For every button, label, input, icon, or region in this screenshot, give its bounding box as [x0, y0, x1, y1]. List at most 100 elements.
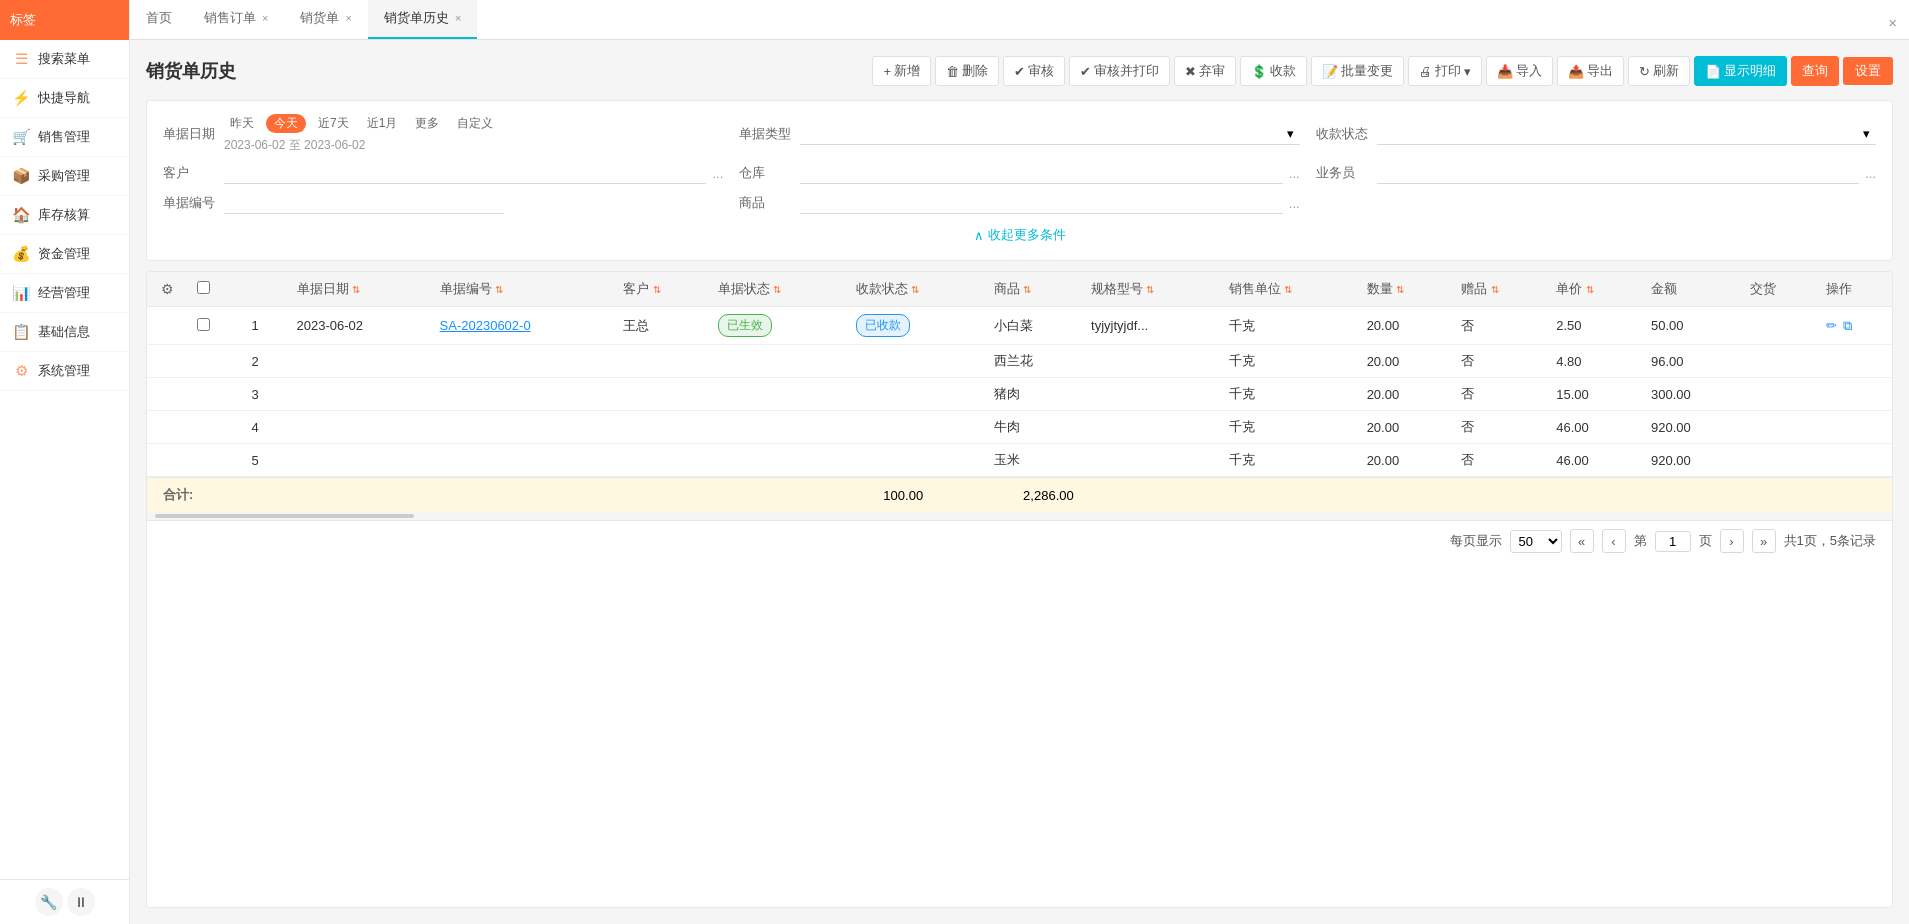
filter-goods-field: 商品 ...: [739, 192, 1299, 214]
cell-settings: [147, 411, 187, 444]
export-button[interactable]: 📤 导出: [1557, 56, 1624, 86]
th-customer[interactable]: 客户 ⇅: [613, 272, 708, 307]
tab-home[interactable]: 首页: [130, 0, 188, 39]
close-sales-goods-icon[interactable]: ×: [345, 12, 351, 24]
sidebar-item-label: 基础信息: [38, 323, 90, 341]
sidebar-pause-btn[interactable]: ⏸: [67, 888, 95, 916]
sidebar-item-system-mgmt[interactable]: ⚙ 系统管理: [0, 352, 129, 391]
review-print-label: 审核并打印: [1094, 62, 1159, 80]
sort-quantity-icon: ⇅: [1396, 284, 1404, 295]
warehouse-input[interactable]: [800, 162, 1282, 184]
th-unit[interactable]: 销售单位 ⇅: [1219, 272, 1357, 307]
th-doc-no[interactable]: 单据编号 ⇅: [430, 272, 614, 307]
cell-doc-no: [430, 444, 614, 477]
table-row: 4 牛肉 千克 20.00 否 46.00 920.00: [147, 411, 1892, 444]
print-button[interactable]: 🖨 打印 ▾: [1408, 56, 1482, 86]
batch-change-button[interactable]: 📝 批量变更: [1311, 56, 1404, 86]
sidebar-item-finance[interactable]: 💰 资金管理: [0, 235, 129, 274]
scrollbar-thumb: [155, 514, 414, 518]
doc-no-input[interactable]: [224, 192, 504, 214]
date-tab-yesterday[interactable]: 昨天: [224, 113, 260, 134]
salesperson-picker-btn[interactable]: ...: [1865, 166, 1876, 181]
first-page-btn[interactable]: «: [1570, 529, 1594, 553]
review-button[interactable]: ✔ 审核: [1003, 56, 1065, 86]
show-detail-button[interactable]: 📄 显示明细: [1694, 56, 1787, 86]
refresh-button[interactable]: ↻ 刷新: [1628, 56, 1690, 86]
import-button[interactable]: 📥 导入: [1486, 56, 1553, 86]
date-tab-more[interactable]: 更多: [409, 113, 445, 134]
doc-type-arrow-icon: ▾: [1287, 126, 1294, 141]
copy-action-btn[interactable]: ⧉: [1843, 318, 1852, 333]
close-sales-history-icon[interactable]: ×: [455, 12, 461, 24]
date-tab-custom[interactable]: 自定义: [451, 113, 499, 134]
salesperson-input[interactable]: [1377, 162, 1859, 184]
query-button[interactable]: 查询: [1791, 56, 1839, 86]
close-sales-order-icon[interactable]: ×: [262, 12, 268, 24]
date-tab-today[interactable]: 今天: [266, 114, 306, 133]
th-quantity[interactable]: 数量 ⇅: [1357, 272, 1452, 307]
collect-icon: 💲: [1251, 64, 1267, 79]
cell-action: [1816, 345, 1892, 378]
sidebar-item-sales-mgmt[interactable]: 🛒 销售管理: [0, 118, 129, 157]
date-tab-last7[interactable]: 近7天: [312, 113, 355, 134]
date-tab-last-month[interactable]: 近1月: [361, 113, 404, 134]
tab-sales-goods[interactable]: 销货单 ×: [284, 0, 367, 39]
th-amount: 金额: [1641, 272, 1740, 307]
th-doc-status[interactable]: 单据状态 ⇅: [708, 272, 846, 307]
th-gift[interactable]: 赠品 ⇅: [1451, 272, 1546, 307]
th-goods[interactable]: 商品 ⇅: [984, 272, 1082, 307]
cell-quantity: 20.00: [1357, 411, 1452, 444]
th-payment-status[interactable]: 收款状态 ⇅: [846, 272, 984, 307]
horizontal-scrollbar[interactable]: [147, 512, 1892, 520]
cell-spec: [1081, 444, 1219, 477]
export-icon: 📤: [1568, 64, 1584, 79]
table-settings-icon[interactable]: ⚙: [161, 281, 174, 297]
sidebar-item-label: 销售管理: [38, 128, 90, 146]
page-size-select[interactable]: 50 100 200: [1510, 530, 1562, 553]
select-all-checkbox[interactable]: [197, 281, 210, 294]
collapse-filter-btn[interactable]: ∧ 收起更多条件: [163, 222, 1876, 248]
collect-button[interactable]: 💲 收款: [1240, 56, 1307, 86]
cell-amount: 300.00: [1641, 378, 1740, 411]
sidebar-item-basic-info[interactable]: 📋 基础信息: [0, 313, 129, 352]
next-page-btn[interactable]: ›: [1720, 529, 1744, 553]
page-number-input[interactable]: [1655, 531, 1691, 552]
sidebar-settings-btn[interactable]: 🔧: [35, 888, 63, 916]
settings-button[interactable]: 设置: [1843, 57, 1893, 85]
th-gift-label: 赠品: [1461, 281, 1487, 296]
delete-button[interactable]: 🗑 删除: [935, 56, 999, 86]
row-checkbox[interactable]: [197, 318, 210, 331]
tab-sales-order[interactable]: 销售订单 ×: [188, 0, 284, 39]
th-spec[interactable]: 规格型号 ⇅: [1081, 272, 1219, 307]
payment-status-select[interactable]: ▾: [1377, 123, 1876, 145]
goods-picker-btn[interactable]: ...: [1289, 196, 1300, 211]
sidebar-item-search[interactable]: ☰ 搜索菜单: [0, 40, 129, 79]
close-all-tabs-btn[interactable]: ×: [1876, 6, 1909, 39]
sort-goods-icon: ⇅: [1023, 284, 1031, 295]
search-icon: ☰: [12, 50, 30, 68]
customer-input[interactable]: [224, 162, 706, 184]
sidebar-item-ops-mgmt[interactable]: 📊 经营管理: [0, 274, 129, 313]
sidebar-item-inventory[interactable]: 🏠 库存核算: [0, 196, 129, 235]
doc-no-link[interactable]: SA-20230602-0: [440, 318, 531, 333]
tab-sales-history[interactable]: 销货单历史 ×: [368, 0, 477, 39]
doc-type-select[interactable]: ▾: [800, 123, 1299, 145]
prev-page-btn[interactable]: ‹: [1602, 529, 1626, 553]
last-page-btn[interactable]: »: [1752, 529, 1776, 553]
edit-action-btn[interactable]: ✏: [1826, 318, 1837, 333]
goods-input[interactable]: [800, 192, 1282, 214]
print-label: 打印: [1435, 62, 1461, 80]
customer-picker-btn[interactable]: ...: [712, 166, 723, 181]
th-doc-date[interactable]: 单据日期 ⇅: [287, 272, 430, 307]
sidebar-item-purchase-mgmt[interactable]: 📦 采购管理: [0, 157, 129, 196]
discard-button[interactable]: ✖ 弃审: [1174, 56, 1236, 86]
data-table-container: ⚙ 单据日期 ⇅ 单据编号 ⇅: [146, 271, 1893, 908]
th-unit-price[interactable]: 单价 ⇅: [1546, 272, 1641, 307]
warehouse-picker-btn[interactable]: ...: [1289, 166, 1300, 181]
footer-total-amount: 2,286.00: [1023, 488, 1074, 503]
new-button[interactable]: + 新增: [872, 56, 931, 86]
review-print-button[interactable]: ✔ 审核并打印: [1069, 56, 1170, 86]
payment-status-arrow-icon: ▾: [1863, 126, 1870, 141]
cell-spec: [1081, 378, 1219, 411]
sidebar-item-quick-nav[interactable]: ⚡ 快捷导航: [0, 79, 129, 118]
